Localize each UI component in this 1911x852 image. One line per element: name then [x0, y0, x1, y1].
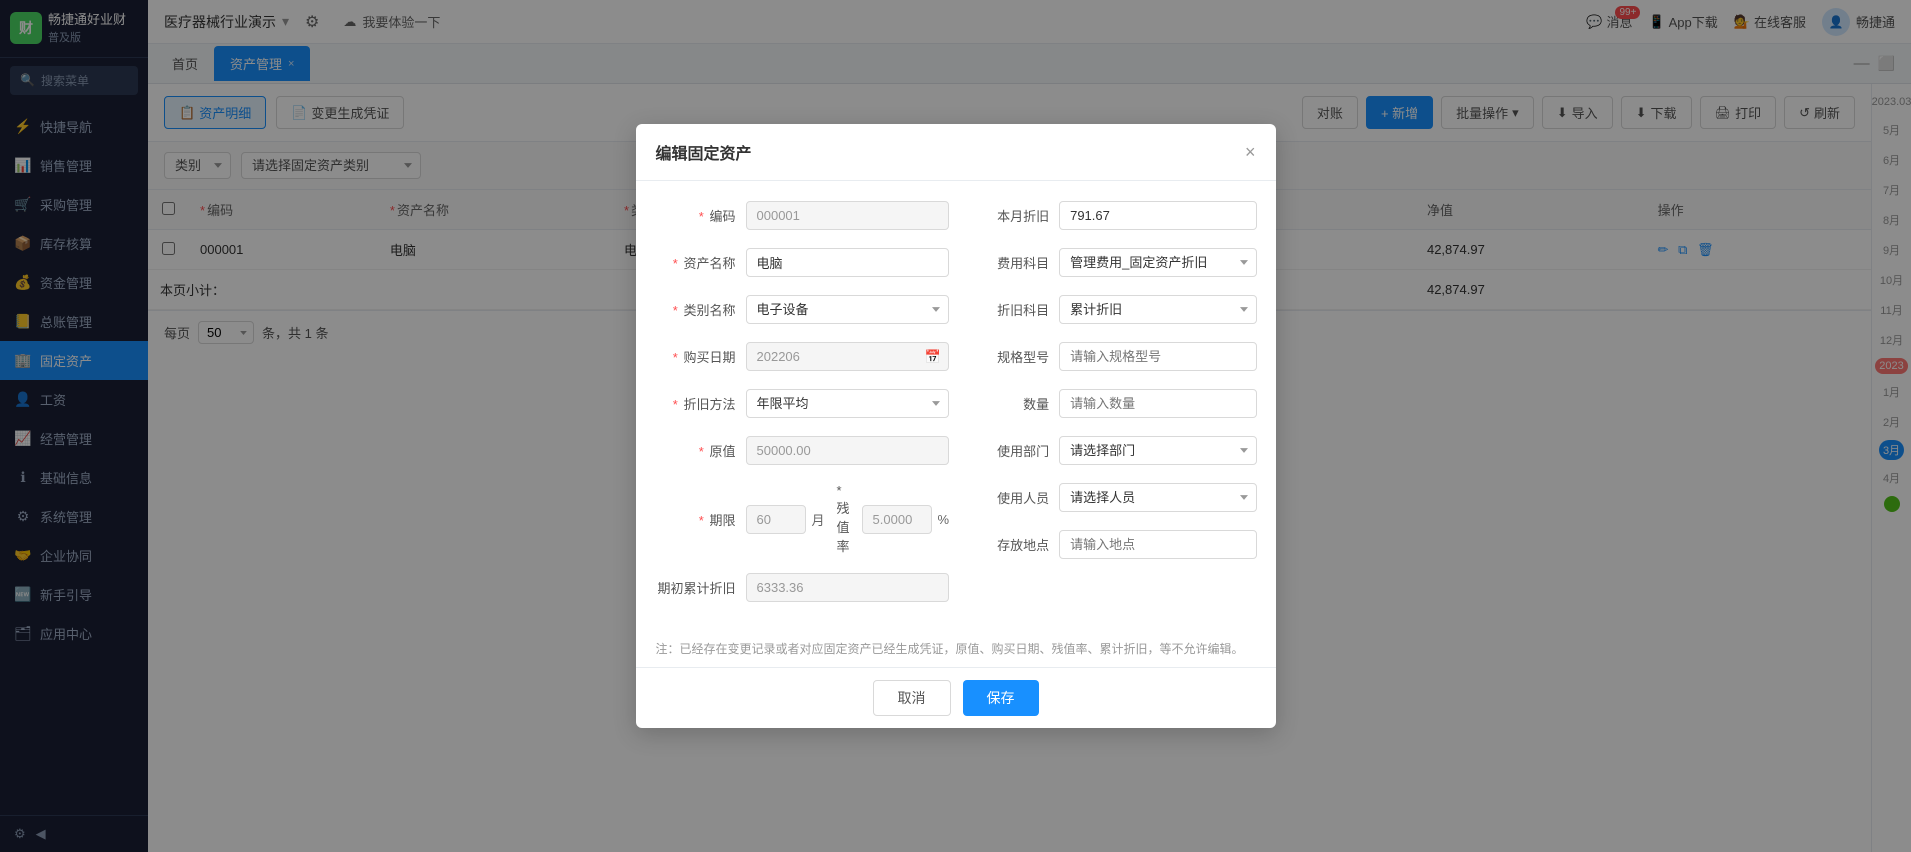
original-value-label-text: 原值	[709, 444, 735, 459]
form-left-col: * 编码 * 资产名称	[656, 201, 950, 620]
code-req-star: *	[699, 209, 704, 224]
quantity-label: 数量	[969, 394, 1059, 413]
asset-name-label: * 资产名称	[656, 253, 746, 272]
main-body: 📋 资产明细 📄 变更生成凭证 对账	[148, 84, 1911, 852]
original-value-input[interactable]	[746, 436, 950, 465]
form-item-period: * 期限 月 * 残值率	[656, 483, 950, 555]
form-item-initial-accum: 期初累计折旧	[656, 573, 950, 602]
monthly-dep-label-text: 本月折旧	[997, 209, 1049, 224]
purchase-date-input[interactable]	[746, 342, 950, 371]
dep-subject-select[interactable]: 累计折旧	[1059, 295, 1257, 324]
use-person-label-text: 使用人员	[997, 491, 1049, 506]
form-item-use-dept: 使用部门 请选择部门	[969, 436, 1257, 465]
spec-model-label: 规格型号	[969, 347, 1059, 366]
form-item-dep-subject: 折旧科目 累计折旧	[969, 295, 1257, 324]
dep-method-select[interactable]: 年限平均	[746, 389, 950, 418]
purchase-date-wrapper: 📅	[746, 342, 950, 371]
form-item-code: * 编码	[656, 201, 950, 230]
form-item-spec-model: 规格型号	[969, 342, 1257, 371]
form-item-monthly-dep: 本月折旧	[969, 201, 1257, 230]
period-input[interactable]	[746, 505, 806, 534]
monthly-dep-label: 本月折旧	[969, 206, 1059, 225]
modal-footer: 取消 保存	[636, 667, 1276, 728]
quantity-input[interactable]	[1059, 389, 1257, 418]
use-dept-label-text: 使用部门	[997, 444, 1049, 459]
asset-name-input[interactable]	[746, 248, 950, 277]
form-item-dep-method: * 折旧方法 年限平均	[656, 389, 950, 418]
residual-rate-label-text: 残值率	[837, 501, 850, 554]
category-select[interactable]: 电子设备	[746, 295, 950, 324]
code-input[interactable]	[746, 201, 950, 230]
form-item-storage: 存放地点	[969, 530, 1257, 559]
form-item-quantity: 数量	[969, 389, 1257, 418]
use-dept-select[interactable]: 请选择部门	[1059, 436, 1257, 465]
initial-accum-input[interactable]	[746, 573, 950, 602]
storage-input[interactable]	[1059, 530, 1257, 559]
form-item-expense-subject: 费用科目 管理费用_固定资产折旧	[969, 248, 1257, 277]
modal-header: 编辑固定资产 ×	[636, 124, 1276, 181]
cancel-btn[interactable]: 取消	[873, 680, 951, 716]
form-item-original-value: * 原值	[656, 436, 950, 465]
period-wrapper: 月 * 残值率 %	[746, 483, 950, 555]
modal-body: * 编码 * 资产名称	[636, 181, 1276, 640]
save-btn[interactable]: 保存	[963, 680, 1039, 716]
edit-asset-modal: 编辑固定资产 × * 编码	[636, 124, 1276, 728]
modal-form: * 编码 * 资产名称	[656, 201, 1256, 620]
period-unit: 月	[812, 510, 825, 529]
form-item-use-person: 使用人员 请选择人员	[969, 483, 1257, 512]
modal-close-btn[interactable]: ×	[1245, 143, 1256, 161]
original-value-label: * 原值	[656, 441, 746, 460]
code-label-text: 编码	[709, 209, 735, 224]
category-label: * 类别名称	[656, 300, 746, 319]
residual-rate-input[interactable]	[862, 505, 932, 534]
dep-subject-label: 折旧科目	[969, 300, 1059, 319]
dep-method-label-text: 折旧方法	[683, 397, 735, 412]
residual-rate-unit: %	[938, 512, 950, 527]
modal-note: 注：已经存在变更记录或者对应固定资产已经生成凭证，原值、购买日期、残值率、累计折…	[636, 640, 1276, 667]
form-item-purchase-date: * 购买日期 📅	[656, 342, 950, 371]
form-item-category: * 类别名称 电子设备	[656, 295, 950, 324]
asset-name-label-text: 资产名称	[683, 256, 735, 271]
use-person-label: 使用人员	[969, 488, 1059, 507]
dep-method-label: * 折旧方法	[656, 394, 746, 413]
period-label-text: 期限	[709, 513, 735, 528]
form-right-col: 本月折旧 费用科目 管理费用	[969, 201, 1257, 620]
use-dept-label: 使用部门	[969, 441, 1059, 460]
initial-accum-label-text: 期初累计折旧	[657, 581, 735, 596]
expense-subject-label-text: 费用科目	[997, 256, 1049, 271]
code-label: * 编码	[656, 206, 746, 225]
expense-subject-label: 费用科目	[969, 253, 1059, 272]
initial-accum-label: 期初累计折旧	[656, 578, 746, 597]
main-area: 医疗器械行业演示 ▾ ⚙ ☁ 我要体验一下 💬 消息 99+ 📱 App下载	[148, 0, 1911, 852]
storage-label: 存放地点	[969, 535, 1059, 554]
form-item-asset-name: * 资产名称	[656, 248, 950, 277]
use-person-select[interactable]: 请选择人员	[1059, 483, 1257, 512]
modal-overlay: 编辑固定资产 × * 编码	[148, 84, 1911, 852]
modal-note-text: 注：已经存在变更记录或者对应固定资产已经生成凭证，原值、购买日期、残值率、累计折…	[656, 642, 1244, 656]
quantity-label-text: 数量	[1023, 397, 1049, 412]
monthly-dep-input[interactable]	[1059, 201, 1257, 230]
modal-title: 编辑固定资产	[656, 140, 752, 164]
residual-rate-label: * 残值率	[837, 483, 850, 555]
dep-subject-label-text: 折旧科目	[997, 303, 1049, 318]
expense-subject-select[interactable]: 管理费用_固定资产折旧	[1059, 248, 1257, 277]
category-label-text: 类别名称	[683, 303, 735, 318]
spec-model-label-text: 规格型号	[997, 350, 1049, 365]
period-label: * 期限	[656, 510, 746, 529]
purchase-date-label-text: 购买日期	[683, 350, 735, 365]
spec-model-input[interactable]	[1059, 342, 1257, 371]
storage-label-text: 存放地点	[997, 538, 1049, 553]
purchase-date-label: * 购买日期	[656, 347, 746, 366]
